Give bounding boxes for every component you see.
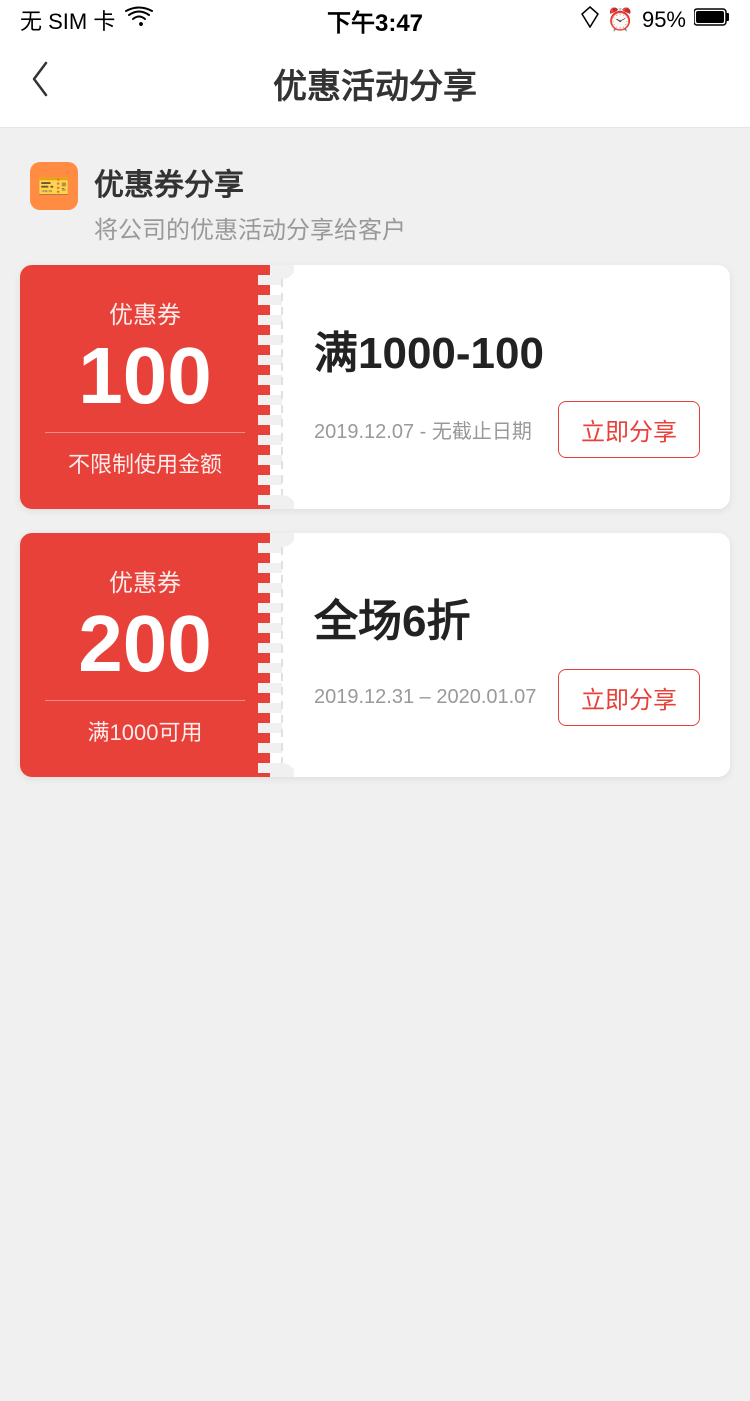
coupon-divider-1 (45, 432, 245, 433)
status-right: ⏰ 95% (581, 6, 730, 34)
coupon-card-1: 优惠券 100 不限制使用金额 满1000-100 2019.12.07 - 无… (20, 265, 730, 509)
coupon-card-2: 优惠券 200 满1000可用 全场6折 2019.12.31 – 2020.0… (20, 533, 730, 777)
battery-icon (694, 7, 730, 33)
battery-text: 95% (642, 7, 686, 33)
nav-bar: 优惠活动分享 (0, 40, 750, 128)
coupon-separator-1 (270, 265, 294, 509)
coupon-separator-2 (270, 533, 294, 777)
status-bar: 无 SIM 卡 下午3:47 ⏰ 95% (0, 0, 750, 40)
share-button-2[interactable]: 立即分享 (558, 669, 700, 726)
coupon-dashes-1 (281, 279, 283, 495)
coupon-right-1: 满1000-100 2019.12.07 - 无截止日期 立即分享 (294, 265, 730, 509)
coupon-date-1: 2019.12.07 - 无截止日期 (314, 415, 548, 444)
sim-label: 无 SIM 卡 (20, 4, 115, 36)
section-title: 优惠券分享 (94, 160, 406, 204)
coupon-date-2: 2019.12.31 – 2020.01.07 (314, 686, 548, 709)
bottom-area (0, 801, 750, 1401)
coupon-condition-2: 满1000可用 (88, 715, 203, 747)
coupon-divider-2 (45, 700, 245, 701)
alarm-icon: ⏰ (607, 7, 634, 33)
coupon-list: 优惠券 100 不限制使用金额 满1000-100 2019.12.07 - 无… (0, 265, 750, 801)
back-button[interactable] (28, 59, 52, 108)
coupon-amount-1: 100 (78, 336, 211, 416)
coupon-dashes-2 (281, 547, 283, 763)
coupon-name-1: 满1000-100 (314, 317, 700, 381)
coupon-label-2: 优惠券 (109, 563, 181, 598)
coupon-meta-1: 2019.12.07 - 无截止日期 立即分享 (314, 401, 700, 458)
coupon-left-2: 优惠券 200 满1000可用 (20, 533, 270, 777)
page-title: 优惠活动分享 (273, 59, 477, 108)
coupon-name-2: 全场6折 (314, 585, 700, 649)
coupon-left-1: 优惠券 100 不限制使用金额 (20, 265, 270, 509)
coupon-amount-2: 200 (78, 604, 211, 684)
section-subtitle: 将公司的优惠活动分享给客户 (94, 210, 406, 245)
share-button-1[interactable]: 立即分享 (558, 401, 700, 458)
status-left: 无 SIM 卡 (20, 4, 153, 36)
coupon-right-2: 全场6折 2019.12.31 – 2020.01.07 立即分享 (294, 533, 730, 777)
wifi-icon (125, 6, 153, 34)
section-icon: 🎫 (30, 162, 78, 210)
coupon-condition-1: 不限制使用金额 (68, 447, 222, 479)
coupon-label-1: 优惠券 (109, 295, 181, 330)
section-text: 优惠券分享 将公司的优惠活动分享给客户 (94, 160, 406, 245)
location-icon (581, 6, 599, 34)
status-time: 下午3:47 (327, 3, 423, 38)
coupon-meta-2: 2019.12.31 – 2020.01.07 立即分享 (314, 669, 700, 726)
section-header: 🎫 优惠券分享 将公司的优惠活动分享给客户 (0, 128, 750, 265)
